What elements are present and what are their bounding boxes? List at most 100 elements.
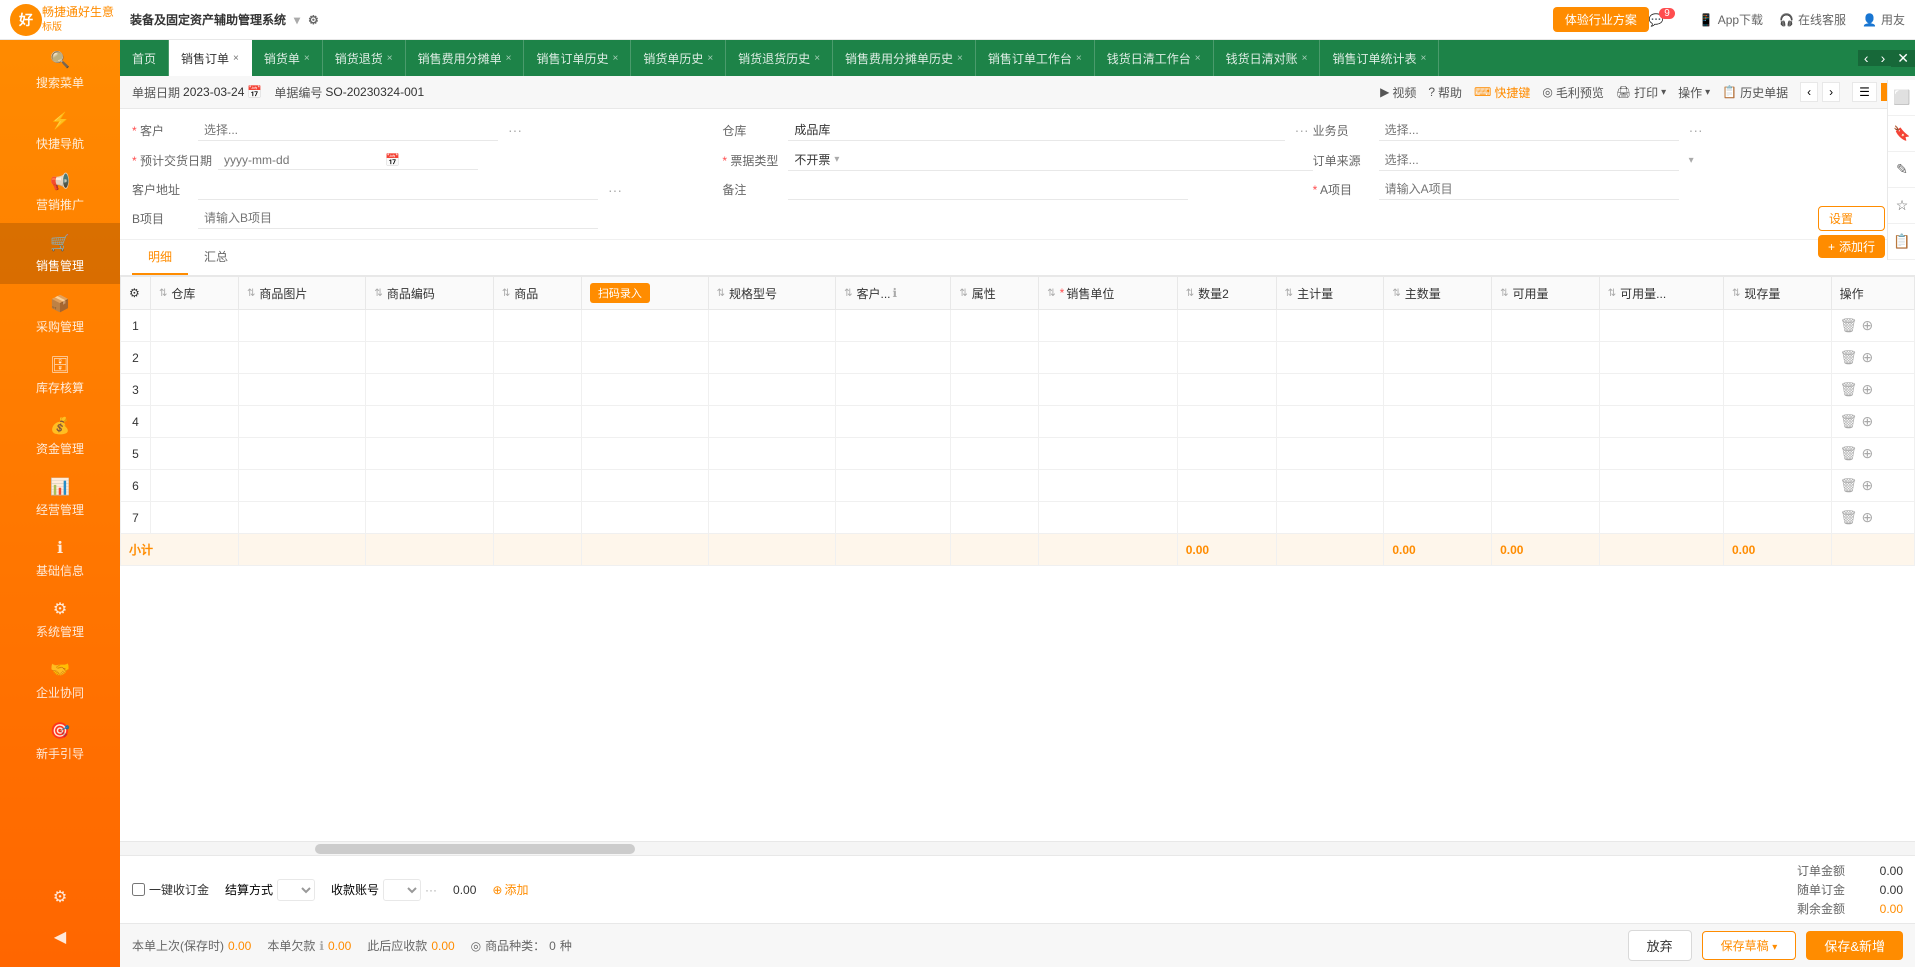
tab-sales-order-history[interactable]: 销售订单历史 ×	[524, 40, 631, 76]
customer-input[interactable]	[198, 120, 498, 141]
cell-qty2[interactable]	[1177, 406, 1276, 438]
cell-unit[interactable]	[1039, 310, 1177, 342]
th-customer-code[interactable]: ⇅ 客户... ℹ	[836, 277, 951, 310]
tab-goods-history[interactable]: 销货单历史 ×	[631, 40, 726, 76]
tab-sales-order[interactable]: 销售订单 ×	[169, 40, 252, 76]
sort-icon[interactable]: ⇅	[1186, 288, 1194, 299]
cell-product[interactable]	[493, 502, 581, 534]
app-download[interactable]: 📱 App下载	[1699, 11, 1763, 28]
sidebar-item-purchase[interactable]: 📦 采购管理	[0, 284, 120, 345]
cell-main-unit[interactable]	[1276, 374, 1384, 406]
cell-qty2[interactable]	[1177, 502, 1276, 534]
cell-code[interactable]	[366, 502, 493, 534]
cell-stock[interactable]	[1723, 502, 1831, 534]
cell-qty2[interactable]	[1177, 470, 1276, 502]
tab-close-icon[interactable]: ×	[1076, 53, 1082, 64]
cell-qty2[interactable]	[1177, 310, 1276, 342]
cell-main-qty[interactable]	[1384, 406, 1492, 438]
cell-customer-code[interactable]	[836, 342, 951, 374]
tab-order-workbench[interactable]: 销售订单工作台 ×	[976, 40, 1095, 76]
cell-main-unit[interactable]	[1276, 342, 1384, 374]
th-available[interactable]: ⇅ 可用量	[1492, 277, 1600, 310]
cell-spec[interactable]	[708, 310, 835, 342]
cell-scan[interactable]	[581, 438, 708, 470]
tab-close-icon[interactable]: ×	[814, 53, 820, 64]
sidebar-item-search[interactable]: 🔍 搜索菜单	[0, 40, 120, 101]
cell-product[interactable]	[493, 406, 581, 438]
cell-warehouse[interactable]	[151, 406, 239, 438]
sort-icon[interactable]: ⇅	[159, 288, 167, 299]
sidebar-settings[interactable]: ⚙	[0, 877, 120, 917]
sort-icon[interactable]: ⇅	[1392, 288, 1400, 299]
invoice-select[interactable]: 不开票 ▾	[788, 149, 1312, 171]
tab-more-btn[interactable]: ✕	[1891, 50, 1915, 67]
tab-daily-workbench[interactable]: 钱货日清工作台 ×	[1095, 40, 1214, 76]
tab-fee-history[interactable]: 销售费用分摊单历史 ×	[833, 40, 976, 76]
tab-close-icon[interactable]: ×	[304, 53, 310, 64]
sort-icon[interactable]: ⇅	[247, 288, 255, 299]
cell-attr[interactable]	[951, 374, 1039, 406]
sidebar-item-basic[interactable]: ℹ 基础信息	[0, 528, 120, 589]
delete-row-icon[interactable]: 🗑	[1840, 509, 1858, 526]
th-image[interactable]: ⇅ 商品图片	[238, 277, 365, 310]
cell-available2[interactable]	[1599, 502, 1723, 534]
delete-row-icon[interactable]: 🗑	[1840, 445, 1858, 462]
cell-qty2[interactable]	[1177, 438, 1276, 470]
sort-icon[interactable]: ⇅	[1285, 288, 1293, 299]
address-input[interactable]	[198, 179, 598, 200]
warehouse-select[interactable]: 成品库	[788, 119, 1284, 141]
setting-btn[interactable]: 设置	[1818, 206, 1885, 231]
cell-customer-code[interactable]	[836, 374, 951, 406]
cell-code[interactable]	[366, 374, 493, 406]
cell-image[interactable]	[238, 470, 365, 502]
delete-row-icon[interactable]: 🗑	[1840, 349, 1858, 366]
cell-unit[interactable]	[1039, 406, 1177, 438]
th-stock[interactable]: ⇅ 现存量	[1723, 277, 1831, 310]
cell-warehouse[interactable]	[151, 342, 239, 374]
delivery-date-field[interactable]: 📅	[218, 151, 478, 170]
cell-product[interactable]	[493, 342, 581, 374]
cell-available[interactable]	[1492, 502, 1600, 534]
tab-sales-stats[interactable]: 销售订单统计表 ×	[1320, 40, 1439, 76]
cell-code[interactable]	[366, 438, 493, 470]
order-source-input[interactable]	[1379, 150, 1679, 171]
sidebar-item-marketing[interactable]: 📢 营销推广	[0, 162, 120, 223]
cell-available[interactable]	[1492, 406, 1600, 438]
th-unit[interactable]: ⇅ * 销售单位	[1039, 277, 1177, 310]
tab-sales-goods[interactable]: 销货单 ×	[252, 40, 323, 76]
operation-btn[interactable]: 操作 ▾	[1678, 84, 1710, 101]
th-available2[interactable]: ⇅ 可用量...	[1599, 277, 1723, 310]
cell-main-qty[interactable]	[1384, 374, 1492, 406]
cell-main-unit[interactable]	[1276, 502, 1384, 534]
right-panel-icon-4[interactable]: ☆	[1888, 188, 1915, 224]
cell-scan[interactable]	[581, 470, 708, 502]
sort-icon[interactable]: ⇅	[374, 288, 382, 299]
cell-attr[interactable]	[951, 310, 1039, 342]
cell-unit[interactable]	[1039, 342, 1177, 374]
delete-row-icon[interactable]: 🗑	[1840, 381, 1858, 398]
subtab-detail[interactable]: 明细	[132, 240, 188, 275]
cell-code[interactable]	[366, 470, 493, 502]
cell-unit[interactable]	[1039, 470, 1177, 502]
tab-home[interactable]: 首页	[120, 40, 169, 76]
cell-available2[interactable]	[1599, 406, 1723, 438]
one-click-checkbox[interactable]	[132, 883, 145, 896]
scroll-bar-area[interactable]	[120, 841, 1915, 855]
cell-main-qty[interactable]	[1384, 342, 1492, 374]
right-panel-icon-1[interactable]: ⬜	[1888, 80, 1915, 116]
cell-scan[interactable]	[581, 342, 708, 374]
cell-available[interactable]	[1492, 374, 1600, 406]
list-view-btn[interactable]: ☰	[1852, 82, 1877, 102]
th-spec[interactable]: ⇅ 规格型号	[708, 277, 835, 310]
cell-customer-code[interactable]	[836, 502, 951, 534]
dropdown-arrow-icon[interactable]: ▾	[294, 13, 300, 27]
cell-scan[interactable]	[581, 310, 708, 342]
cell-attr[interactable]	[951, 438, 1039, 470]
cell-stock[interactable]	[1723, 342, 1831, 374]
delivery-date-input[interactable]	[224, 153, 379, 167]
copy-row-icon[interactable]: ⊕	[1861, 413, 1873, 430]
cell-stock[interactable]	[1723, 374, 1831, 406]
sort-icon[interactable]: ⇅	[1500, 288, 1508, 299]
cell-main-unit[interactable]	[1276, 470, 1384, 502]
cell-stock[interactable]	[1723, 406, 1831, 438]
